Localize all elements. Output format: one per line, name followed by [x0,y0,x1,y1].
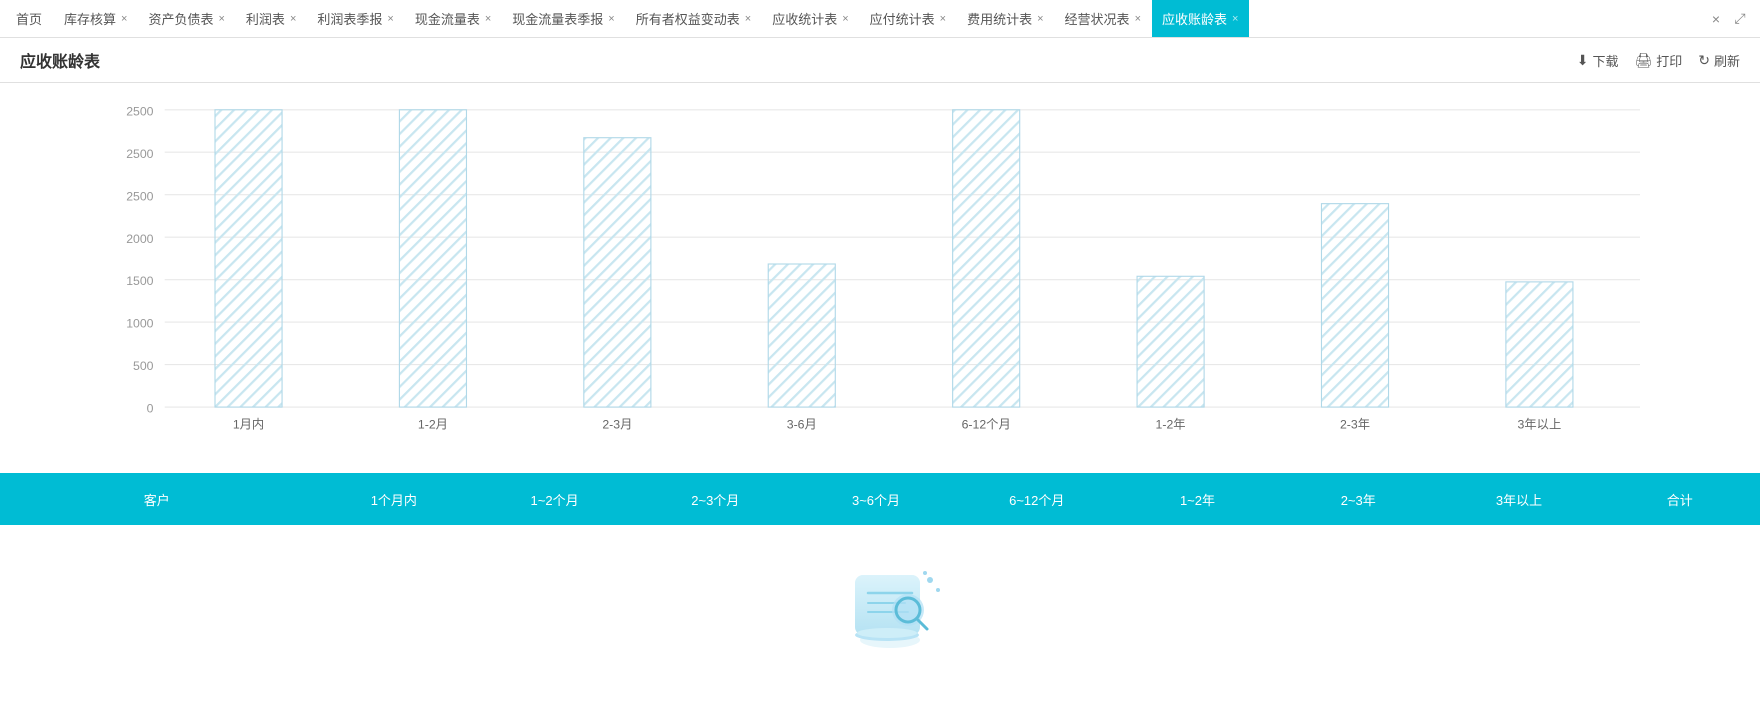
print-button[interactable]: 🖨 打印 [1634,51,1682,70]
tab-profit[interactable]: 利润表 × [236,0,307,38]
bar-2 [399,110,466,407]
tab-inventory[interactable]: 库存核算 × [54,0,138,38]
tab-business[interactable]: 经营状况表 × [1055,0,1152,38]
th-2-3month: 2~3个月 [635,490,796,509]
svg-text:2000: 2000 [126,232,153,246]
tab-ap-stats-close[interactable]: × [940,13,946,25]
svg-text:2-3月: 2-3月 [602,417,632,431]
tab-cashflow-label: 现金流量表 [415,9,480,28]
aging-chart: 2500 2500 2500 2000 1500 1000 500 0 [20,93,1740,473]
refresh-label: 刷新 [1714,51,1740,70]
window-controls: × ⤢ [1700,11,1756,27]
th-3-6month: 3~6个月 [796,490,957,509]
th-customer: 客户 [0,490,313,509]
tab-expense-stats-label: 费用统计表 [967,9,1032,28]
th-1-2month: 1~2个月 [474,490,635,509]
svg-text:2500: 2500 [126,147,153,161]
download-label: 下载 [1592,51,1618,70]
bar-1 [215,110,282,407]
tab-ar-stats[interactable]: 应收统计表 × [762,0,859,38]
tab-profit-label: 利润表 [246,9,285,28]
svg-text:1-2月: 1-2月 [418,417,448,431]
th-1-2year: 1~2年 [1117,490,1278,509]
bar-3 [584,138,651,407]
th-total: 合计 [1599,490,1760,509]
svg-text:1500: 1500 [126,274,153,288]
refresh-icon: ↻ [1698,52,1710,69]
bar-8 [1506,282,1573,407]
svg-text:3-6月: 3-6月 [787,417,817,431]
y-axis: 2500 2500 2500 2000 1500 1000 500 0 [126,104,1640,415]
window-maximize-button[interactable]: ⤢ [1732,11,1748,27]
th-3plus-year: 3年以上 [1439,490,1600,509]
tab-cashflow[interactable]: 现金流量表 × [405,0,502,38]
main-content: 2500 2500 2500 2000 1500 1000 500 0 [0,83,1760,720]
svg-text:500: 500 [133,359,154,373]
tab-cashflow-close[interactable]: × [485,13,491,25]
th-6-12month: 6~12个月 [956,490,1117,509]
svg-text:0: 0 [147,402,154,416]
tab-business-close[interactable]: × [1135,13,1141,25]
empty-illustration [830,555,950,655]
tab-expense-stats-close[interactable]: × [1037,13,1043,25]
window-close-button[interactable]: × [1708,11,1724,27]
tab-bar: 首页 库存核算 × 资产负债表 × 利润表 × 利润表季报 × 现金流量表 × … [0,0,1760,38]
tab-inventory-close[interactable]: × [121,13,127,25]
empty-state [0,525,1760,635]
header-actions: ⬇ 下载 🖨 打印 ↻ 刷新 [1577,51,1740,70]
tab-profit-quarterly[interactable]: 利润表季报 × [307,0,404,38]
tab-business-label: 经营状况表 [1065,9,1130,28]
table-header: 客户 1个月内 1~2个月 2~3个月 3~6个月 6~12个月 1~2年 2~… [0,473,1760,525]
bar-6 [1137,276,1204,407]
empty-icon [830,555,930,635]
svg-text:6-12个月: 6-12个月 [962,417,1011,431]
bar-4 [768,264,835,407]
print-icon: 🖨 [1634,52,1652,69]
tab-profit-close[interactable]: × [290,13,296,25]
tab-ar-aging[interactable]: 应收账龄表 × [1152,0,1249,38]
svg-text:2500: 2500 [126,104,153,118]
page-header: 应收账龄表 ⬇ 下载 🖨 打印 ↻ 刷新 [0,38,1760,83]
refresh-button[interactable]: ↻ 刷新 [1698,51,1740,70]
th-2-3year: 2~3年 [1278,490,1439,509]
tab-ar-aging-close[interactable]: × [1232,13,1238,25]
bar-5 [953,110,1020,407]
download-icon: ⬇ [1577,52,1589,69]
tab-balance[interactable]: 资产负债表 × [138,0,235,38]
chart-area: 2500 2500 2500 2000 1500 1000 500 0 [0,83,1760,473]
tab-equity-label: 所有者权益变动表 [636,9,740,28]
page-title: 应收账龄表 [20,48,100,72]
download-button[interactable]: ⬇ 下载 [1577,51,1619,70]
svg-text:2500: 2500 [126,189,153,203]
svg-text:2-3年: 2-3年 [1340,417,1370,431]
tab-equity[interactable]: 所有者权益变动表 × [626,0,762,38]
tab-profit-quarterly-close[interactable]: × [387,13,393,25]
tab-home[interactable]: 首页 [4,9,54,28]
tab-inventory-label: 库存核算 [64,9,116,28]
svg-text:3年以上: 3年以上 [1518,417,1562,431]
tab-profit-quarterly-label: 利润表季报 [317,9,382,28]
tab-ap-stats-label: 应付统计表 [870,9,935,28]
tab-ap-stats[interactable]: 应付统计表 × [860,0,957,38]
bar-7 [1321,204,1388,407]
tab-equity-close[interactable]: × [745,13,751,25]
print-label: 打印 [1656,51,1682,70]
svg-text:1月内: 1月内 [233,417,264,431]
x-axis: 1月内 1-2月 2-3月 3-6月 6-12个月 1-2年 2-3年 3年以上 [233,417,1561,431]
tab-cashflow-quarterly-close[interactable]: × [608,13,614,25]
svg-text:1000: 1000 [126,317,153,331]
tab-expense-stats[interactable]: 费用统计表 × [957,0,1054,38]
tab-balance-close[interactable]: × [218,13,224,25]
tab-ar-aging-label: 应收账龄表 [1162,9,1227,28]
svg-text:1-2年: 1-2年 [1156,417,1186,431]
th-1month: 1个月内 [313,490,474,509]
tab-balance-label: 资产负债表 [148,9,213,28]
tab-ar-stats-label: 应收统计表 [772,9,837,28]
tab-cashflow-quarterly[interactable]: 现金流量表季报 × [502,0,625,38]
tab-ar-stats-close[interactable]: × [842,13,848,25]
tab-cashflow-quarterly-label: 现金流量表季报 [512,9,603,28]
